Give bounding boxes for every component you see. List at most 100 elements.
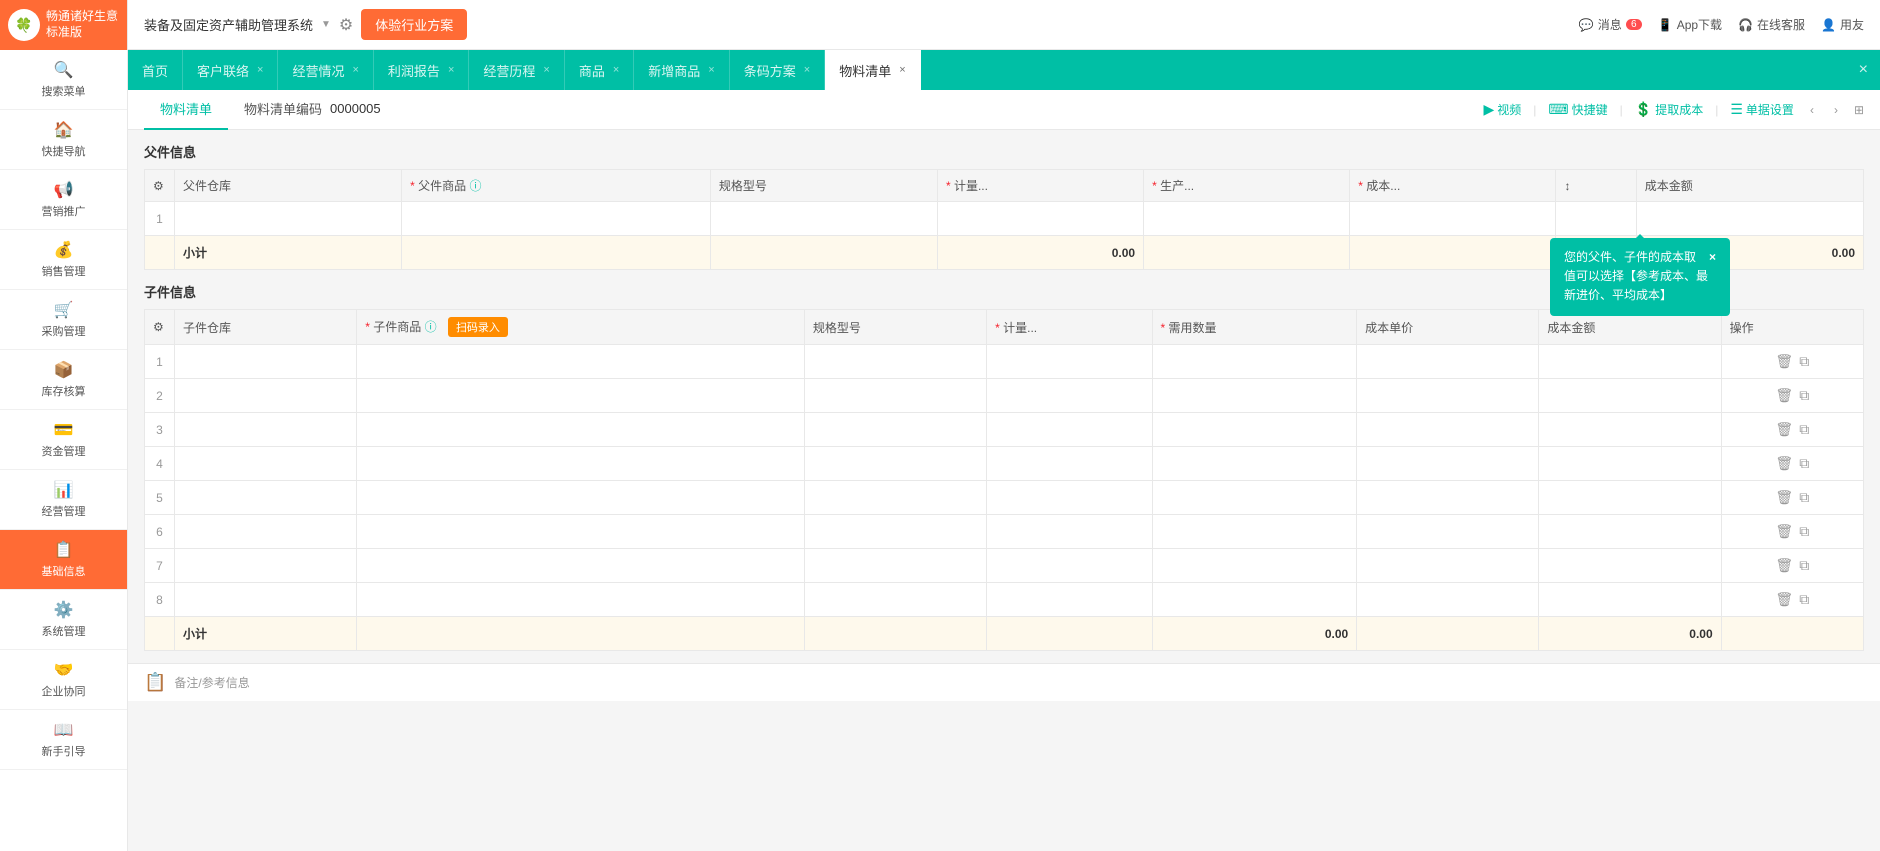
sidebar-item-guide[interactable]: 📖 新手引导 [0, 710, 127, 770]
tab-close-customer[interactable]: × [257, 64, 263, 76]
tab-bar-close-all[interactable]: × [1847, 61, 1880, 79]
sub-tab-bom-list[interactable]: 物料清单 [144, 90, 228, 130]
child-table: ⚙ 子件仓库 * 子件商品 ⓘ 扫码录入 规格型号 * 计量... * 需用数量… [144, 309, 1864, 651]
system-dropdown-icon[interactable]: ▼ [321, 19, 331, 30]
tab-ops-history[interactable]: 经营历程 × [469, 50, 564, 90]
sidebar-item-purchase[interactable]: 🛒 采购管理 [0, 290, 127, 350]
copy-icon[interactable]: ⧉ [1799, 421, 1809, 438]
tab-goods[interactable]: 商品 × [565, 50, 634, 90]
parent-row-1-warehouse[interactable] [175, 202, 402, 236]
guide-icon: 📖 [54, 720, 74, 740]
header-actions: 💬 消息 6 📱 App下载 🎧 在线客服 👤 用友 [1579, 16, 1864, 33]
child-row-1-goods[interactable] [357, 345, 805, 379]
logo-icon: 🍀 [8, 9, 40, 41]
settings-icon[interactable]: ⚙ [339, 15, 353, 35]
sales-icon: 💰 [54, 240, 74, 260]
child-row-1-unit-cost[interactable] [1357, 345, 1539, 379]
copy-icon[interactable]: ⧉ [1799, 387, 1809, 404]
parent-row-1-spec[interactable] [710, 202, 937, 236]
tab-close-barcode[interactable]: × [804, 64, 810, 76]
tab-close-ops-history[interactable]: × [543, 64, 549, 76]
delete-icon[interactable]: 🗑 [1775, 387, 1793, 404]
sidebar-item-inventory[interactable]: 📦 库存核算 [0, 350, 127, 410]
copy-icon[interactable]: ⧉ [1799, 489, 1809, 506]
copy-icon[interactable]: ⧉ [1799, 455, 1809, 472]
tab-profit[interactable]: 利润报告 × [374, 50, 469, 90]
parent-th-goods: * 父件商品 ⓘ [402, 170, 711, 202]
child-row-3-action: 🗑⧉ [1721, 413, 1863, 447]
tab-close-bom[interactable]: × [899, 64, 905, 76]
system-title: 装备及固定资产辅助管理系统 [144, 15, 313, 34]
tab-home[interactable]: 首页 [128, 50, 183, 90]
tab-bom[interactable]: 物料清单 × [825, 50, 920, 90]
copy-icon[interactable]: ⧉ [1799, 557, 1809, 574]
search-icon: 🔍 [54, 60, 74, 80]
parent-row-1-cost[interactable] [1350, 202, 1556, 236]
child-subtotal-cost-amount: 0.00 [1539, 617, 1721, 651]
app-action[interactable]: 📱 App下载 [1658, 16, 1722, 33]
delete-icon[interactable]: 🗑 [1775, 421, 1793, 438]
delete-icon[interactable]: 🗑 [1775, 455, 1793, 472]
tab-ops-status[interactable]: 经营情况 × [278, 50, 373, 90]
parent-th-cost-amount: 成本金额 [1636, 170, 1863, 202]
content-wrapper: 物料清单 物料清单编码 0000005 ▶ 视频 | ⌨ 快捷键 [128, 90, 1880, 701]
user-action[interactable]: 👤 用友 [1821, 16, 1864, 33]
inventory-icon: 📦 [54, 360, 74, 380]
delete-icon[interactable]: 🗑 [1775, 591, 1793, 608]
copy-icon[interactable]: ⧉ [1799, 353, 1809, 370]
tab-new-goods[interactable]: 新增商品 × [634, 50, 729, 90]
tab-close-profit[interactable]: × [448, 64, 454, 76]
child-th-settings[interactable]: ⚙ [145, 310, 175, 345]
parent-th-settings[interactable]: ⚙ [145, 170, 175, 202]
sidebar-item-finance[interactable]: 💳 资金管理 [0, 410, 127, 470]
sidebar-item-search[interactable]: 🔍 搜索菜单 [0, 50, 127, 110]
message-action[interactable]: 💬 消息 6 [1579, 16, 1642, 33]
scan-btn[interactable]: 扫码录入 [448, 317, 508, 337]
sidebar-item-sales[interactable]: 💰 销售管理 [0, 230, 127, 290]
tab-close-goods[interactable]: × [613, 64, 619, 76]
child-th-action: 操作 [1721, 310, 1863, 345]
parent-row-1-goods[interactable] [402, 202, 711, 236]
sidebar-item-system[interactable]: ⚙️ 系统管理 [0, 590, 127, 650]
copy-icon[interactable]: ⧉ [1799, 591, 1809, 608]
delete-icon[interactable]: 🗑 [1775, 353, 1793, 370]
sub-tab-bom-code[interactable]: 物料清单编码 0000005 [228, 90, 397, 130]
user-icon: 👤 [1821, 18, 1836, 32]
layout-icon[interactable]: ⊞ [1854, 103, 1864, 117]
child-row-1-qty[interactable] [1152, 345, 1357, 379]
nav-next-btn[interactable]: › [1830, 103, 1842, 117]
sidebar-item-enterprise[interactable]: 🤝 企业协同 [0, 650, 127, 710]
delete-icon[interactable]: 🗑 [1775, 557, 1793, 574]
try-btn[interactable]: 体验行业方案 [361, 9, 467, 40]
nav-prev-btn[interactable]: ‹ [1806, 103, 1818, 117]
tab-close-ops-status[interactable]: × [352, 64, 358, 76]
child-row-8: 8 🗑⧉ [145, 583, 1864, 617]
child-row-1-warehouse[interactable] [175, 345, 357, 379]
parent-row-1-num: 1 [145, 202, 175, 236]
parent-row-1-unit[interactable] [937, 202, 1143, 236]
child-row-1-num: 1 [145, 345, 175, 379]
parent-row-1-produce[interactable] [1144, 202, 1350, 236]
toolbar-view[interactable]: ▶ 视频 [1484, 101, 1522, 118]
copy-icon[interactable]: ⧉ [1799, 523, 1809, 540]
sidebar-item-quick-nav[interactable]: 🏠 快捷导航 [0, 110, 127, 170]
toolbar-cost[interactable]: 💲 提取成本 [1635, 101, 1703, 118]
parent-th-sort: ↕ [1556, 170, 1636, 202]
delete-icon[interactable]: 🗑 [1775, 523, 1793, 540]
tab-customer[interactable]: 客户联络 × [183, 50, 278, 90]
cost-icon: 💲 [1635, 101, 1652, 118]
child-row-1-unit[interactable] [987, 345, 1152, 379]
child-subtotal-qty: 0.00 [1152, 617, 1357, 651]
tooltip-close-btn[interactable]: × [1709, 248, 1716, 267]
sidebar-item-marketing[interactable]: 📢 营销推广 [0, 170, 127, 230]
tab-close-new-goods[interactable]: × [708, 64, 714, 76]
service-action[interactable]: 🎧 在线客服 [1738, 16, 1805, 33]
toolbar-settings[interactable]: ☰ 单据设置 [1730, 101, 1794, 118]
parent-row-1-sort [1556, 202, 1636, 236]
sidebar-item-basic[interactable]: 📋 基础信息 [0, 530, 127, 590]
delete-icon[interactable]: 🗑 [1775, 489, 1793, 506]
toolbar-shortcut[interactable]: ⌨ 快捷键 [1548, 101, 1607, 118]
tab-barcode[interactable]: 条码方案 × [730, 50, 825, 90]
sidebar-item-ops[interactable]: 📊 经营管理 [0, 470, 127, 530]
child-row-1-spec[interactable] [804, 345, 986, 379]
